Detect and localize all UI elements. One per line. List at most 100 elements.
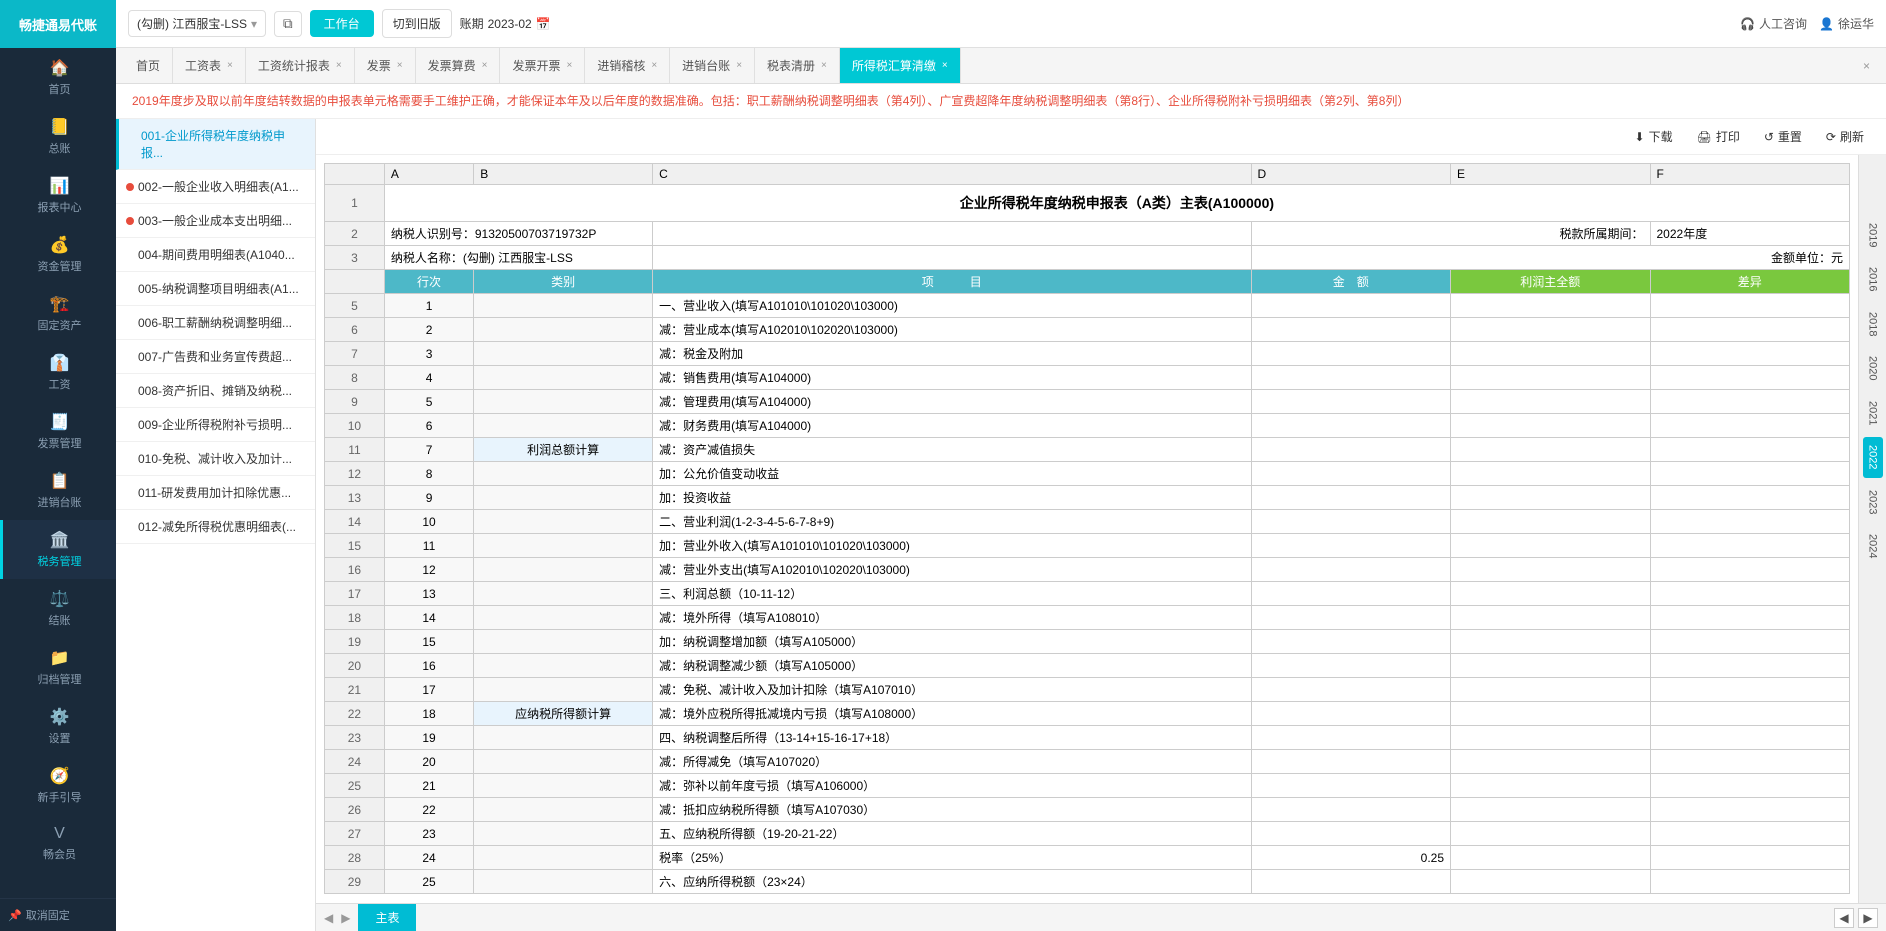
close-tab-income-tax[interactable]: × (942, 60, 948, 71)
item-cell[interactable]: 减：境外所得（填写A108010） (653, 606, 1251, 630)
diff-cell[interactable] (1650, 606, 1850, 630)
profit-cell[interactable] (1451, 342, 1650, 366)
sidebar-item-salary[interactable]: 👔 工资 (0, 343, 116, 402)
amount-cell[interactable] (1251, 534, 1450, 558)
left-panel-item-011[interactable]: 011-研发费用加计扣除优惠... (116, 476, 315, 510)
close-tab-salary-stats[interactable]: × (336, 60, 342, 71)
sidebar-item-member[interactable]: V 畅会员 (0, 815, 116, 872)
year-2024[interactable]: 2024 (1863, 526, 1883, 566)
profit-cell[interactable] (1451, 318, 1650, 342)
amount-cell[interactable] (1251, 558, 1450, 582)
amount-cell[interactable] (1251, 798, 1450, 822)
item-cell[interactable]: 加：营业外收入(填写A101010\101020\103000) (653, 534, 1251, 558)
profit-cell[interactable] (1451, 774, 1650, 798)
sidebar-item-invoice[interactable]: 🧾 发票管理 (0, 402, 116, 461)
diff-cell[interactable] (1650, 318, 1850, 342)
diff-cell[interactable] (1650, 822, 1850, 846)
sidebar-item-funds[interactable]: 💰 资金管理 (0, 225, 116, 284)
diff-cell[interactable] (1650, 294, 1850, 318)
sidebar-item-settings[interactable]: ⚙️ 设置 (0, 697, 116, 756)
diff-cell[interactable] (1650, 846, 1850, 870)
amount-cell[interactable] (1251, 702, 1450, 726)
amount-cell[interactable] (1251, 870, 1450, 894)
sheet-nav-right[interactable]: ▶ (341, 911, 350, 925)
diff-cell[interactable] (1650, 582, 1850, 606)
amount-cell[interactable] (1251, 606, 1450, 630)
print-button[interactable]: 🖨 打印 (1691, 125, 1746, 148)
sheet-nav-left[interactable]: ◀ (324, 911, 333, 925)
sidebar-item-sales[interactable]: 📋 进销台账 (0, 461, 116, 520)
left-panel-item-007[interactable]: 007-广告费和业务宣传费超... (116, 340, 315, 374)
profit-cell[interactable] (1451, 822, 1650, 846)
item-cell[interactable]: 减：免税、减计收入及加计扣除（填写A107010） (653, 678, 1251, 702)
diff-cell[interactable] (1650, 390, 1850, 414)
company-selector[interactable]: (勾删) 江西服宝-LSS ▾ (128, 10, 266, 37)
amount-cell[interactable] (1251, 414, 1450, 438)
left-panel-item-004[interactable]: 004-期间费用明细表(A1040... (116, 238, 315, 272)
sidebar-unpin-button[interactable]: 📌 取消固定 (0, 898, 116, 931)
amount-cell[interactable] (1251, 438, 1450, 462)
close-tab-invoice-issue[interactable]: × (566, 60, 572, 71)
diff-cell[interactable] (1650, 438, 1850, 462)
amount-cell[interactable] (1251, 366, 1450, 390)
sidebar-item-reports[interactable]: 📊 报表中心 (0, 166, 116, 225)
download-button[interactable]: ⬇ 下载 (1629, 125, 1679, 148)
ai-service[interactable]: 🎧 人工咨询 (1740, 15, 1807, 32)
item-cell[interactable]: 减：弥补以前年度亏损（填写A106000） (653, 774, 1251, 798)
diff-cell[interactable] (1650, 342, 1850, 366)
diff-cell[interactable] (1650, 678, 1850, 702)
profit-cell[interactable] (1451, 438, 1650, 462)
sidebar-item-archive[interactable]: 📁 归档管理 (0, 638, 116, 697)
left-panel-item-009[interactable]: 009-企业所得税附补亏损明... (116, 408, 315, 442)
amount-cell[interactable]: 0.25 (1251, 846, 1450, 870)
amount-cell[interactable] (1251, 822, 1450, 846)
diff-cell[interactable] (1650, 726, 1850, 750)
diff-cell[interactable] (1650, 774, 1850, 798)
amount-cell[interactable] (1251, 582, 1450, 606)
diff-cell[interactable] (1650, 366, 1850, 390)
item-cell[interactable]: 减：管理费用(填写A104000) (653, 390, 1251, 414)
year-2021[interactable]: 2021 (1863, 393, 1883, 433)
close-all-tabs[interactable]: × (1855, 55, 1878, 77)
tab-purchase-ledger[interactable]: 进销台账× (670, 48, 755, 84)
close-tab-purchase-ledger[interactable]: × (736, 60, 742, 71)
item-cell[interactable]: 减：税金及附加 (653, 342, 1251, 366)
scroll-right-btn[interactable]: ▶ (1858, 908, 1878, 928)
profit-cell[interactable] (1451, 558, 1650, 582)
profit-cell[interactable] (1451, 798, 1650, 822)
item-cell[interactable]: 减：财务费用(填写A104000) (653, 414, 1251, 438)
close-tab-purchase-verify[interactable]: × (651, 60, 657, 71)
item-cell[interactable]: 减：销售费用(填写A104000) (653, 366, 1251, 390)
close-tab-invoice-calc[interactable]: × (482, 60, 488, 71)
diff-cell[interactable] (1650, 414, 1850, 438)
tab-invoice-calc[interactable]: 发票算费× (416, 48, 501, 84)
profit-cell[interactable] (1451, 630, 1650, 654)
item-cell[interactable]: 三、利润总额（10-11-12） (653, 582, 1251, 606)
item-cell[interactable]: 一、营业收入(填写A101010\101020\103000) (653, 294, 1251, 318)
amount-cell[interactable] (1251, 462, 1450, 486)
item-cell[interactable]: 减：所得减免（填写A107020） (653, 750, 1251, 774)
amount-cell[interactable] (1251, 630, 1450, 654)
tab-invoice-issue[interactable]: 发票开票× (500, 48, 585, 84)
item-cell[interactable]: 二、营业利润(1-2-3-4-5-6-7-8+9) (653, 510, 1251, 534)
year-2016[interactable]: 2016 (1863, 259, 1883, 299)
switch-version-button[interactable]: 切到旧版 (382, 9, 452, 38)
left-panel-item-003[interactable]: 003-一般企业成本支出明细... (116, 204, 315, 238)
reset-button[interactable]: ↺ 重置 (1758, 125, 1808, 148)
diff-cell[interactable] (1650, 510, 1850, 534)
item-cell[interactable]: 五、应纳税所得额（19-20-21-22） (653, 822, 1251, 846)
profit-cell[interactable] (1451, 678, 1650, 702)
tab-income-tax[interactable]: 所得税汇算清缴× (840, 48, 961, 84)
profit-cell[interactable] (1451, 390, 1650, 414)
sheet-tab-main[interactable]: 主表 (358, 904, 416, 931)
amount-cell[interactable] (1251, 774, 1450, 798)
left-panel-item-008[interactable]: 008-资产折旧、摊销及纳税... (116, 374, 315, 408)
copy-button[interactable]: ⧉ (274, 11, 302, 37)
amount-cell[interactable] (1251, 486, 1450, 510)
sidebar-item-tax[interactable]: 🏛️ 税务管理 (0, 520, 116, 579)
sidebar-item-home[interactable]: 🏠 首页 (0, 48, 116, 107)
refresh-button[interactable]: ⟳ 刷新 (1820, 125, 1870, 148)
amount-cell[interactable] (1251, 294, 1450, 318)
year-2018[interactable]: 2018 (1863, 304, 1883, 344)
tab-purchase-verify[interactable]: 进销稽核× (585, 48, 670, 84)
